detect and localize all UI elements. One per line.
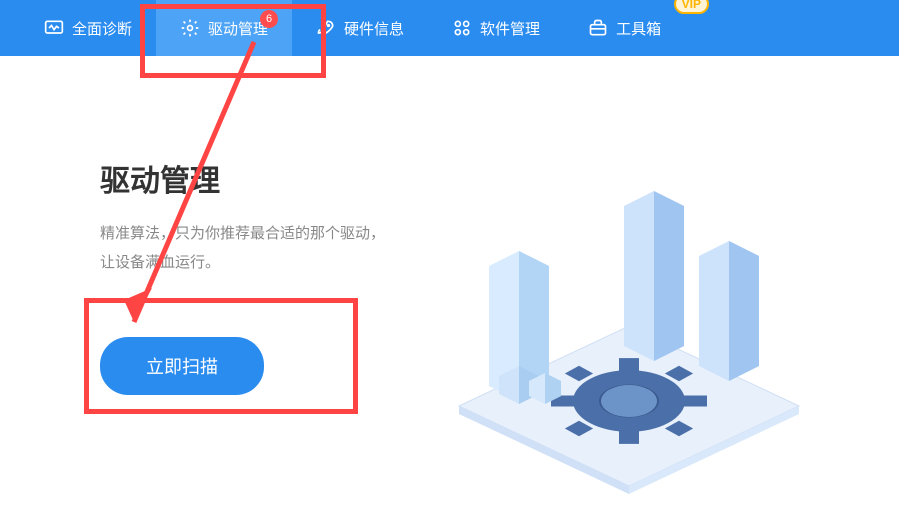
nav-badge: 6 xyxy=(260,10,278,28)
toolbox-icon xyxy=(588,18,608,38)
scan-button[interactable]: 立即扫描 xyxy=(100,337,264,395)
nav-label: 软件管理 xyxy=(480,18,540,39)
nav-label: 硬件信息 xyxy=(344,18,404,39)
left-panel: 驱动管理 精准算法，只为你推荐最合适的那个驱动， 让设备满血运行。 立即扫描 xyxy=(100,156,420,395)
nav-driver[interactable]: 驱动管理 6 xyxy=(156,0,292,56)
page-title: 驱动管理 xyxy=(100,156,420,200)
rocket-icon xyxy=(316,18,336,38)
gear-icon xyxy=(180,18,200,38)
nav-label: 工具箱 xyxy=(616,18,661,39)
nav-toolbox[interactable]: 工具箱 xyxy=(564,0,685,56)
monitor-icon xyxy=(44,18,64,38)
content: 驱动管理 精准算法，只为你推荐最合适的那个驱动， 让设备满血运行。 立即扫描 xyxy=(0,56,899,395)
nav-label: 驱动管理 xyxy=(208,18,268,39)
nav-label: 全面诊断 xyxy=(72,18,132,39)
nav-diagnose[interactable]: 全面诊断 xyxy=(20,0,156,56)
nav-hardware[interactable]: 硬件信息 xyxy=(292,0,428,56)
illustration xyxy=(419,176,839,496)
apps-icon xyxy=(452,18,472,38)
desc-line: 让设备满血运行。 xyxy=(100,254,220,271)
desc-line: 精准算法，只为你推荐最合适的那个驱动， xyxy=(100,225,385,242)
page-desc: 精准算法，只为你推荐最合适的那个驱动， 让设备满血运行。 xyxy=(100,220,420,277)
navbar: 全面诊断 驱动管理 6 硬件信息 软件管理 工具箱 xyxy=(0,0,899,56)
nav-software[interactable]: 软件管理 xyxy=(428,0,564,56)
